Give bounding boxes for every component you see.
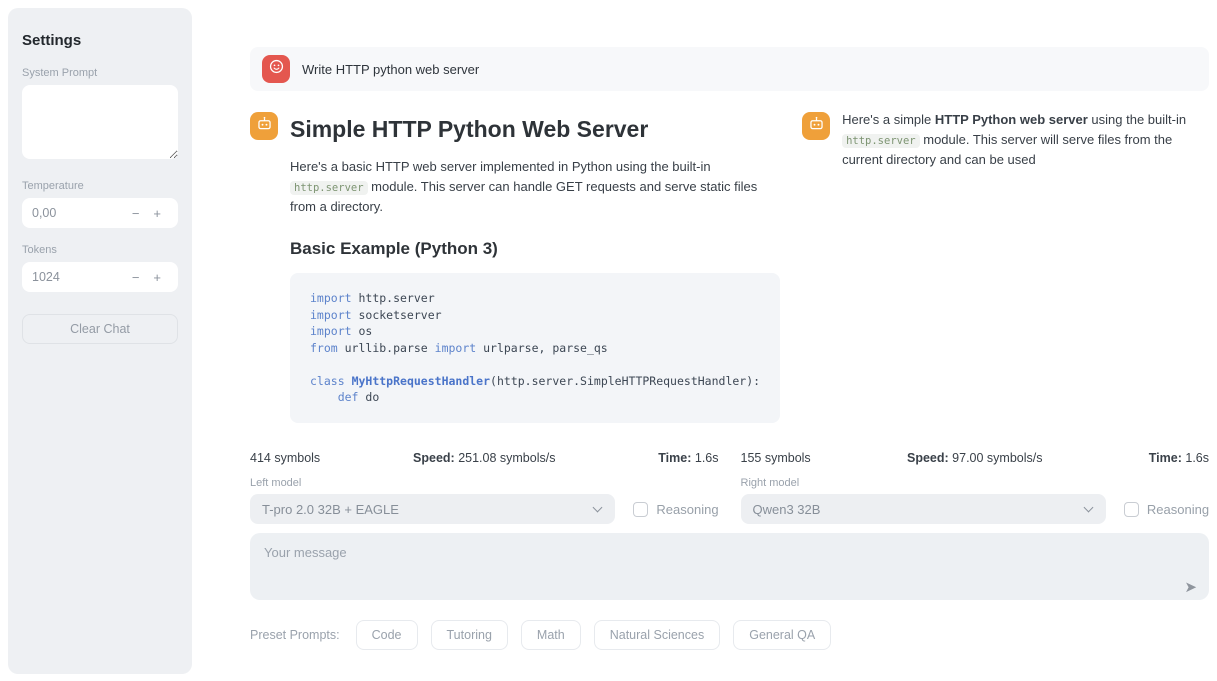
tokens-increment-button[interactable]: + — [146, 271, 168, 284]
user-message-text: Write HTTP python web server — [302, 61, 480, 77]
chat-main: Write HTTP python web server Simple HTTP… — [192, 0, 1217, 681]
left-stats: 414 symbols Speed: 251.08 symbols/s Time… — [250, 451, 719, 465]
reasoning-label: Reasoning — [656, 501, 719, 517]
send-icon: ➤ — [1184, 579, 1197, 596]
preset-natural-sciences-button[interactable]: Natural Sciences — [593, 620, 721, 650]
tokens-input[interactable] — [32, 270, 125, 284]
speed-stat: Speed: 251.08 symbols/s — [388, 451, 581, 465]
robot-icon — [807, 114, 826, 138]
model-panels-row: 414 symbols Speed: 251.08 symbols/s Time… — [250, 451, 1209, 524]
chevron-down-icon — [1083, 502, 1094, 513]
left-model-panel: 414 symbols Speed: 251.08 symbols/s Time… — [250, 451, 719, 524]
right-model-select[interactable]: Qwen3 32B — [740, 494, 1106, 524]
temperature-increment-button[interactable]: + — [146, 207, 168, 220]
speed-stat: Speed: 97.00 symbols/s — [878, 451, 1071, 465]
clear-chat-button[interactable]: Clear Chat — [22, 314, 178, 344]
selected-model: Qwen3 32B — [752, 501, 821, 517]
right-response-text: Here's a simple HTTP Python web server u… — [842, 110, 1209, 170]
left-reasoning-toggle[interactable]: Reasoning — [633, 501, 719, 517]
temperature-decrement-button[interactable]: − — [125, 207, 147, 220]
right-model-panel: 155 symbols Speed: 97.00 symbols/s Time:… — [740, 451, 1210, 524]
responses-row: Simple HTTP Python Web Server Here's a b… — [250, 110, 1209, 451]
intro-text: Here's a basic HTTP web server implement… — [290, 159, 711, 174]
send-button[interactable]: ➤ — [1184, 580, 1197, 595]
right-stats: 155 symbols Speed: 97.00 symbols/s Time:… — [741, 451, 1210, 465]
message-composer: ➤ — [250, 533, 1209, 605]
time-label: Time: — [1148, 451, 1182, 465]
speed-label: Speed: — [413, 451, 455, 465]
preset-tutoring-button[interactable]: Tutoring — [430, 620, 508, 650]
preset-math-button[interactable]: Math — [520, 620, 581, 650]
speed-value: 97.00 symbols/s — [948, 451, 1043, 465]
response-text: Here's a simple — [842, 112, 935, 127]
left-section-heading: Basic Example (Python 3) — [290, 239, 498, 259]
tokens-decrement-button[interactable]: − — [125, 271, 147, 284]
preset-prompts-label: Preset Prompts: — [250, 628, 340, 642]
settings-title: Settings — [22, 32, 82, 49]
user-avatar — [262, 55, 290, 83]
symbols-count: 414 symbols — [250, 451, 321, 465]
left-response-intro: Here's a basic HTTP web server implement… — [290, 157, 780, 217]
left-response: Simple HTTP Python Web Server Here's a b… — [250, 110, 781, 451]
temperature-label: Temperature — [22, 180, 84, 192]
tokens-label: Tokens — [22, 244, 57, 256]
system-prompt-input[interactable] — [22, 85, 178, 159]
time-value: 1.6s — [1181, 451, 1209, 465]
python-code-block[interactable]: import http.server import socketserver imp… — [290, 273, 781, 423]
symbols-count: 155 symbols — [740, 451, 811, 465]
reasoning-label: Reasoning — [1146, 501, 1210, 517]
left-response-title: Simple HTTP Python Web Server — [290, 116, 649, 142]
inline-code: http.server — [842, 134, 920, 149]
right-model-row: Qwen3 32B Reasoning — [740, 494, 1210, 524]
settings-sidebar: Settings System Prompt Temperature − + T… — [8, 8, 192, 674]
left-model-label: Left model — [250, 477, 302, 489]
left-model-select[interactable]: T-pro 2.0 32B + EAGLE — [250, 494, 616, 524]
preset-prompts-row: Preset Prompts: Code Tutoring Math Natur… — [250, 620, 1209, 650]
smiley-face-icon — [267, 57, 286, 81]
temperature-input[interactable] — [32, 206, 125, 220]
selected-model: T-pro 2.0 32B + EAGLE — [262, 501, 399, 517]
speed-label: Speed: — [907, 451, 949, 465]
message-input[interactable] — [250, 533, 1209, 600]
left-response-body: Simple HTTP Python Web Server Here's a b… — [290, 110, 781, 423]
right-response-body: Here's a simple HTTP Python web server u… — [842, 110, 1209, 170]
left-model-row: T-pro 2.0 32B + EAGLE Reasoning — [250, 494, 719, 524]
time-stat: Time: 1.6s — [581, 451, 719, 465]
preset-general-qa-button[interactable]: General QA — [733, 620, 832, 650]
user-message: Write HTTP python web server — [250, 47, 1209, 91]
chevron-down-icon — [592, 502, 603, 513]
right-reasoning-toggle[interactable]: Reasoning — [1123, 501, 1210, 517]
preset-code-button[interactable]: Code — [355, 620, 418, 650]
robot-icon — [255, 114, 274, 138]
right-assistant-avatar — [802, 112, 831, 140]
temperature-stepper: − + — [22, 198, 178, 228]
right-model-label: Right model — [740, 477, 800, 489]
response-text: using the built-in — [1087, 112, 1187, 127]
time-label: Time: — [658, 451, 692, 465]
inline-code: http.server — [290, 181, 368, 196]
system-prompt-label: System Prompt — [22, 67, 98, 79]
tokens-stepper: − + — [22, 262, 178, 292]
bold-text: HTTP Python web server — [934, 112, 1088, 127]
reasoning-checkbox[interactable] — [633, 501, 649, 517]
reasoning-checkbox[interactable] — [1123, 501, 1139, 517]
time-stat: Time: 1.6s — [1071, 451, 1209, 465]
left-assistant-avatar — [250, 112, 278, 140]
time-value: 1.6s — [691, 451, 719, 465]
right-response: Here's a simple HTTP Python web server u… — [802, 110, 1209, 451]
speed-value: 251.08 symbols/s — [454, 451, 556, 465]
